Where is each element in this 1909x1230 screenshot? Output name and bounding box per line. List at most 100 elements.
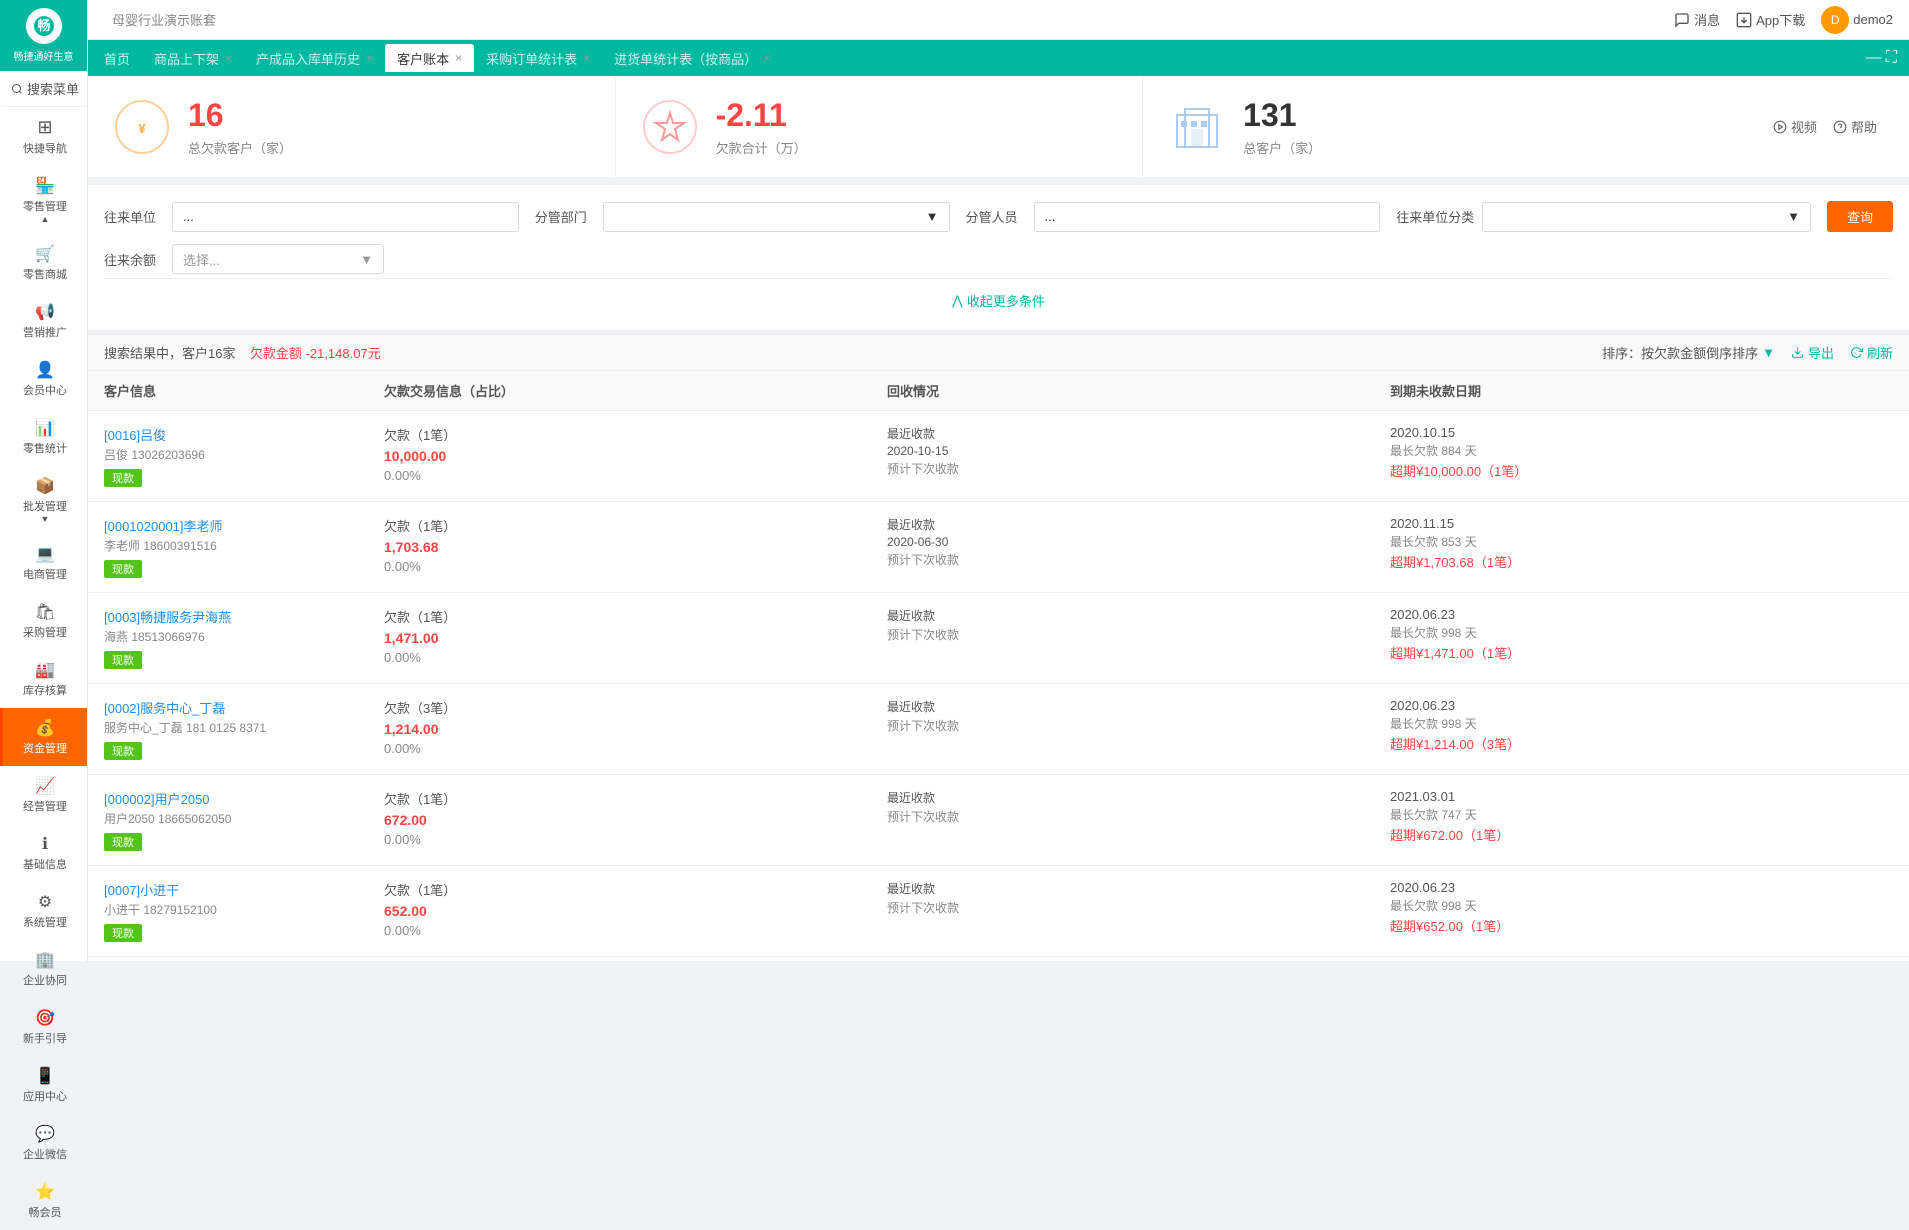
last-payment-label: 最近收款	[887, 516, 1390, 533]
balance-select[interactable]: 选择... ▼	[172, 244, 384, 274]
debt-info-cell: 欠款（1笔） 10,000.00 0.00%	[384, 425, 887, 483]
sidebar-item-wechat[interactable]: 💬 企业微信	[0, 1114, 87, 1172]
tab-purchase-order[interactable]: 采购订单统计表 ×	[474, 44, 602, 72]
overdue-amount-link[interactable]: 超期¥652.00（1笔）	[1390, 916, 1893, 935]
customer-badge: 现款	[104, 924, 142, 942]
sidebar-item-label: 应用中心	[9, 1088, 81, 1104]
message-action[interactable]: 消息	[1674, 10, 1720, 29]
chevron-icon: ▲	[9, 214, 81, 224]
sidebar-item-quick-nav[interactable]: ⊞ 快捷导航	[0, 107, 87, 166]
unit-category-input[interactable]: ▼	[1482, 202, 1811, 232]
overdue-amount-link[interactable]: 超期¥672.00（1笔）	[1390, 825, 1893, 844]
sidebar-item-vip[interactable]: ⭐ 畅会员	[0, 1172, 87, 1230]
last-payment-label: 最近收款	[887, 425, 1390, 442]
sidebar-item-retail-mall[interactable]: 🛒 零售商城	[0, 234, 87, 292]
tab-label: 商品上下架	[154, 49, 219, 68]
sidebar-item-enterprise[interactable]: 🏢 企业协同	[0, 940, 87, 998]
overdue-amount-link[interactable]: 超期¥1,471.00（1笔）	[1390, 643, 1893, 662]
tab-goods[interactable]: 商品上下架 ×	[142, 44, 244, 72]
debt-count: 欠款（1笔）	[384, 789, 887, 808]
sort-arrow-icon: ▼	[1762, 345, 1775, 360]
customer-phone: 吕俊 13026203696	[104, 446, 384, 463]
tab-label: 产成品入库单历史	[256, 49, 360, 68]
customer-name-link[interactable]: [0001020001]李老师	[104, 516, 384, 535]
collapse-btn[interactable]: ⋀ 收起更多条件	[952, 287, 1045, 314]
debt-amount: 10,000.00	[384, 448, 887, 464]
search-button[interactable]: 查询	[1827, 201, 1893, 232]
refresh-btn[interactable]: 刷新	[1850, 343, 1893, 362]
results-actions: 排序：按欠款金额倒序排序 ▼ 导出 刷新	[1602, 343, 1893, 362]
building-icon	[1167, 97, 1227, 157]
customer-phone: 海燕 18513066976	[104, 628, 384, 645]
chevron-icon: ▼	[9, 514, 81, 524]
tab-customer-account[interactable]: 客户账本 ×	[385, 44, 474, 72]
tab-home[interactable]: 首页	[92, 44, 142, 72]
tab-maximize-btn[interactable]: ⛶	[1886, 49, 1897, 67]
tab-close-icon[interactable]: ×	[225, 51, 232, 65]
video-action[interactable]: 视频	[1773, 117, 1817, 136]
payment-cell: 最近收款 预计下次收款	[887, 698, 1390, 734]
sidebar-item-ecommerce[interactable]: 💻 电商管理	[0, 534, 87, 592]
customer-name-link[interactable]: [0007]小进干	[104, 880, 384, 899]
sidebar-item-system[interactable]: ⚙ 系统管理	[0, 882, 87, 940]
payment-cell: 最近收款 2020-06-30 预计下次收款	[887, 516, 1390, 568]
tab-close-icon[interactable]: ×	[455, 51, 462, 65]
sidebar-item-label: 零售商城	[9, 266, 81, 282]
overdue-amount-link[interactable]: 超期¥1,703.68（1笔）	[1390, 552, 1893, 571]
dept-input[interactable]: ▼	[603, 202, 950, 232]
customer-name-link[interactable]: [000002]用户2050	[104, 789, 384, 808]
tab-close-icon[interactable]: ×	[366, 51, 373, 65]
sidebar-item-inventory[interactable]: 🏭 库存核算	[0, 650, 87, 708]
overdue-amount-link[interactable]: 超期¥10,000.00（1笔）	[1390, 461, 1893, 480]
sidebar-item-search[interactable]: 搜索菜单	[0, 71, 87, 107]
tab-minimize-btn[interactable]: —	[1866, 49, 1882, 67]
debt-percent: 0.00%	[384, 559, 887, 574]
tab-purchase-stats[interactable]: 进货单统计表（按商品） ×	[602, 44, 782, 72]
col-customer-info: 客户信息	[104, 381, 384, 400]
sidebar-item-operations[interactable]: 📈 经营管理	[0, 766, 87, 824]
tab-close-icon[interactable]: ×	[583, 51, 590, 65]
debt-info-cell: 欠款（1笔） 1,471.00 0.00%	[384, 607, 887, 665]
debt-amount: 652.00	[384, 903, 887, 919]
sidebar-item-purchase[interactable]: 🛍 采购管理	[0, 592, 87, 650]
help-action[interactable]: 帮助	[1833, 117, 1877, 136]
customer-name-link[interactable]: [0002]服务中心_丁磊	[104, 698, 384, 717]
summary-info-all: 131 总客户（家）	[1243, 96, 1321, 157]
overdue-amount-link[interactable]: 超期¥1,214.00（3笔）	[1390, 734, 1893, 753]
customer-info-cell: [0001020001]李老师 李老师 18600391516 现款	[104, 516, 384, 578]
logo-icon: 畅	[26, 8, 62, 44]
sidebar-item-batch-mgmt[interactable]: 📦 批发管理 ▼	[0, 466, 87, 534]
sidebar-item-marketing[interactable]: 📢 营销推广	[0, 292, 87, 350]
sidebar-item-guide[interactable]: 🎯 新手引导	[0, 998, 87, 1056]
table-row: [0001020001]李老师 李老师 18600391516 现款 欠款（1笔…	[88, 502, 1909, 593]
sidebar-item-finance[interactable]: 💰 资金管理	[0, 708, 87, 766]
tab-close-icon[interactable]: ×	[763, 51, 770, 65]
brand-text: 畅捷通好生意	[14, 48, 74, 63]
person-label: 分管人员	[966, 207, 1026, 226]
sidebar-item-retail-stats[interactable]: 📊 零售统计	[0, 408, 87, 466]
svg-text:畅: 畅	[37, 18, 50, 33]
sidebar-item-app-center[interactable]: 📱 应用中心	[0, 1056, 87, 1114]
refresh-icon	[1850, 346, 1863, 359]
sidebar-item-basic-info[interactable]: ℹ 基础信息	[0, 824, 87, 882]
overdue-cell: 2020.11.15 最长欠款 853 天 超期¥1,703.68（1笔）	[1390, 516, 1893, 571]
debt-count: 欠款（3笔）	[384, 698, 887, 717]
tab-production[interactable]: 产成品入库单历史 ×	[244, 44, 385, 72]
person-input[interactable]: ...	[1034, 202, 1381, 232]
sidebar-item-label: 库存核算	[9, 682, 81, 698]
customer-name-link[interactable]: [0003]畅捷服务尹海燕	[104, 607, 384, 626]
debt-percent: 0.00%	[384, 468, 887, 483]
customer-badge: 现款	[104, 742, 142, 760]
app-download-action[interactable]: App下载	[1736, 10, 1805, 29]
person-dots: ...	[1045, 209, 1056, 224]
yuan-icon: ¥	[112, 97, 172, 157]
sidebar-item-member[interactable]: 👤 会员中心	[0, 350, 87, 408]
user-profile[interactable]: D demo2	[1821, 6, 1893, 34]
customer-name-link[interactable]: [0016]吕俊	[104, 425, 384, 444]
sort-select[interactable]: 排序：按欠款金额倒序排序 ▼	[1602, 343, 1775, 362]
app-download-label: App下载	[1756, 10, 1805, 29]
sidebar-item-retail-mgmt[interactable]: 🏪 零售管理 ▲	[0, 166, 87, 234]
from-unit-input[interactable]: ...	[172, 202, 519, 232]
export-btn[interactable]: 导出	[1791, 343, 1834, 362]
results-info: 搜索结果中，客户16家 欠款金额 -21,148.07元	[104, 343, 381, 362]
